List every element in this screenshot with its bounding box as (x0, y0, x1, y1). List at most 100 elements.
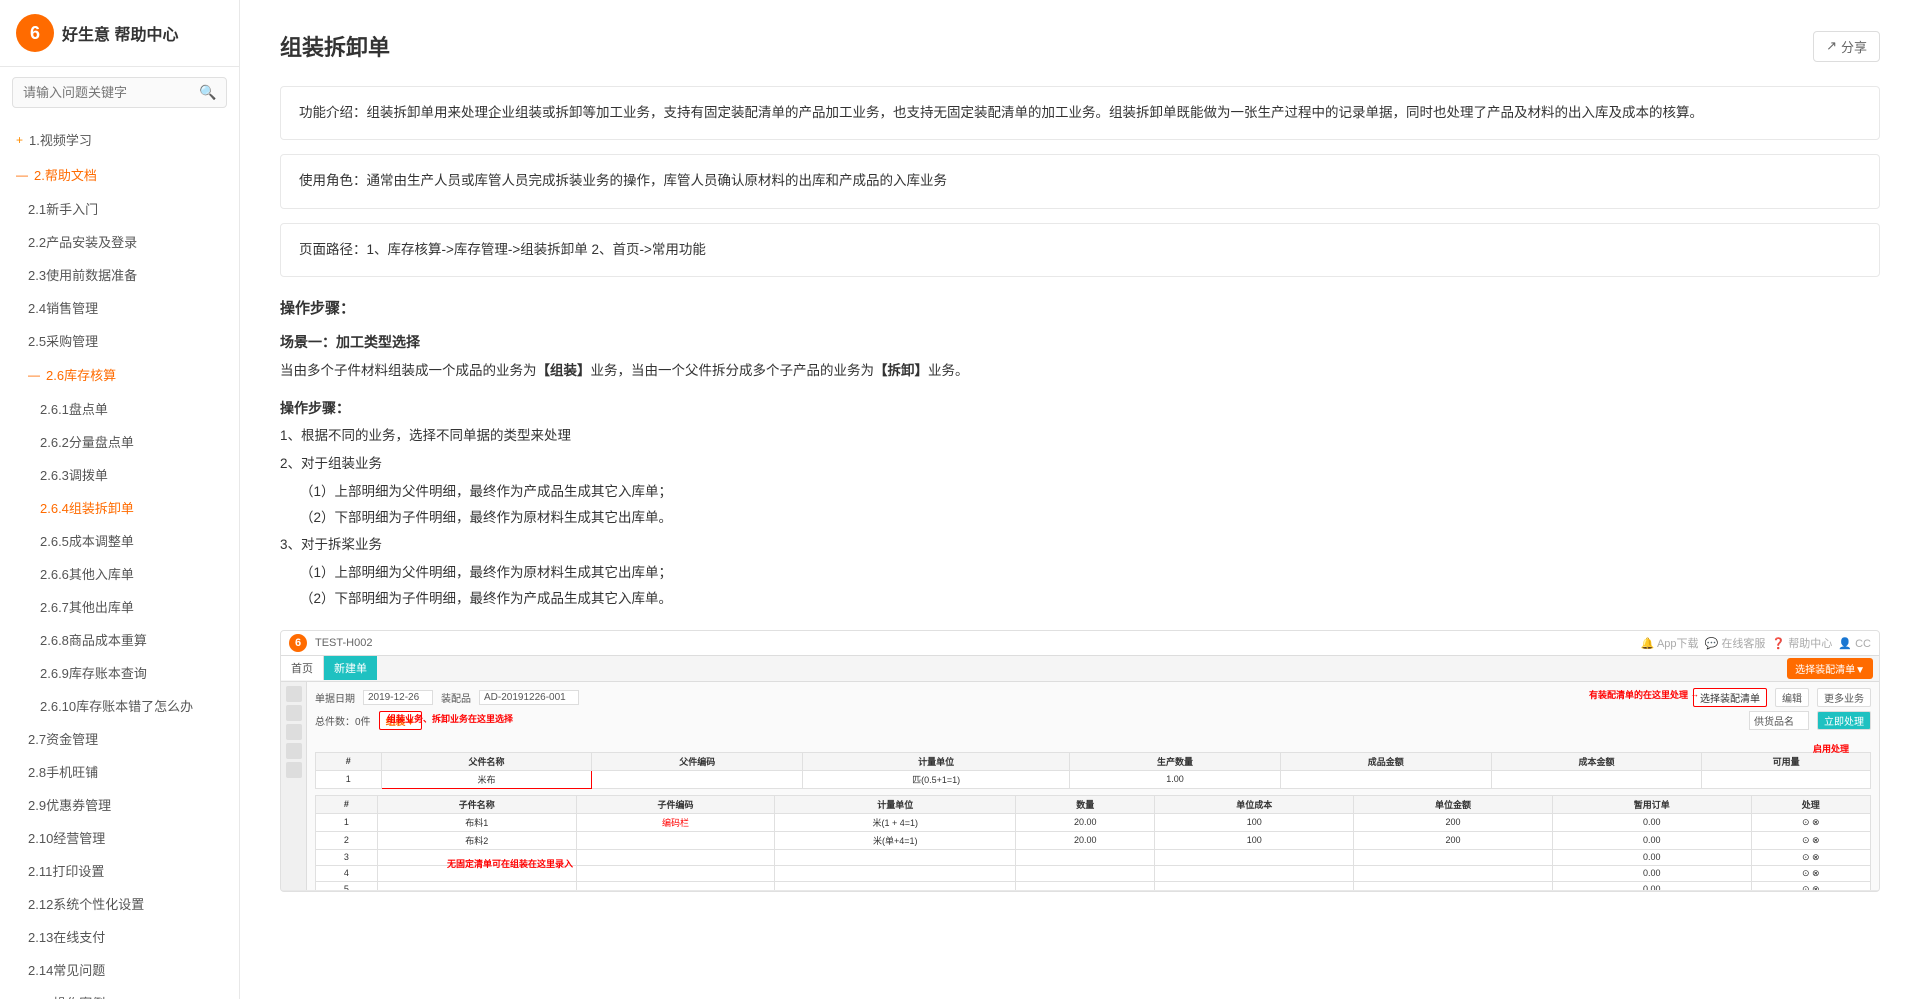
sim-total-label: 总件数：0件 (315, 713, 371, 728)
step3-sub1: （1）上部明细为父件明细，最终作为原材料生成其它出库单； (300, 561, 1880, 585)
sidebar-item-prepare[interactable]: 2.3使用前数据准备 (0, 258, 239, 291)
sim-row2-5-unit (775, 881, 1016, 890)
sim-row2-3-avail: 0.00 (1552, 849, 1751, 865)
sidebar-item-268[interactable]: 2.6.8商品成本重算 (0, 623, 239, 656)
sim-row2-2-unit: 米(单+4=1) (775, 831, 1016, 849)
sidebar-item-266[interactable]: 2.6.6其他入库单 (0, 557, 239, 590)
arrow-right-1: → (1690, 689, 1699, 699)
sidebar-item-video[interactable]: + 1.视频学习 (0, 122, 239, 157)
sidebar-item-29[interactable]: 2.9优惠券管理 (0, 788, 239, 821)
sim-strip-icon-2 (286, 705, 302, 721)
sim-strip-icon-3 (286, 724, 302, 740)
sim-search-field: 供货品名 (1749, 711, 1809, 730)
share-icon: ↗ (1826, 38, 1837, 54)
sim-row2-2-no: 2 (316, 831, 378, 849)
annotation-assembly-list: 有装配清单的在这里处理 → (1589, 688, 1699, 701)
sim-row2-5-op: ⊙ ⊗ (1751, 881, 1870, 890)
sidebar-item-purchase[interactable]: 2.5采购管理 (0, 324, 239, 357)
sim-row1-no: 1 (316, 770, 382, 788)
main-content: 组装拆卸单 ↗ 分享 功能介绍：组装拆卸单用来处理企业组装或拆卸等加工业务，支持… (240, 0, 1920, 999)
sidebar-label-2: 2.帮助文档 (34, 165, 97, 184)
sim-more-btn[interactable]: 更多业务 (1817, 688, 1871, 707)
search-input[interactable] (23, 85, 199, 100)
sim-row1-code (592, 770, 803, 788)
sim-date-value: 2019-12-26 (363, 690, 433, 705)
scenario1-title: 场景一：加工类型选择 (280, 332, 1880, 352)
ops-title: 操作步骤： (280, 297, 1880, 318)
scenario1-desc: 当由多个子件材料组装成一个成品的业务为【组装】业务，当由一个父件拆分成多个子产品… (280, 358, 1880, 384)
nav-section-1: + 1.视频学习 (0, 122, 239, 157)
sim-row2-3-op: ⊙ ⊗ (1751, 849, 1870, 865)
sim-tab-home[interactable]: 首页 (281, 656, 324, 680)
sim-row2-1-name: 布料1 (377, 813, 576, 831)
sim-col-no: # (316, 752, 382, 770)
sidebar-item-27[interactable]: 2.7资金管理 (0, 722, 239, 755)
sim-row2-4-code (576, 865, 775, 881)
sidebar: 6 好生意 帮助中心 🔍 + 1.视频学习 — 2.帮助文档 2.1新手入门 2… (0, 0, 240, 999)
sim-row2-2-qty: 20.00 (1016, 831, 1155, 849)
sim-col2-unit-cost: 单位成本 (1155, 795, 1354, 813)
sim-col2-no: # (316, 795, 378, 813)
sim-edit-btn[interactable]: 编辑 (1775, 688, 1809, 707)
sim-row1-cost1 (1280, 770, 1491, 788)
sidebar-label-1: 1.视频学习 (29, 130, 92, 149)
sidebar-header: 6 好生意 帮助中心 (0, 0, 239, 67)
share-button[interactable]: ↗ 分享 (1813, 31, 1880, 62)
sim-select-assembly-btn[interactable]: 选择装配清单 (1693, 688, 1767, 707)
sidebar-item-28[interactable]: 2.8手机旺铺 (0, 755, 239, 788)
sidebar-item-docs[interactable]: — 2.帮助文档 (0, 157, 239, 192)
sidebar-item-265[interactable]: 2.6.5成本调整单 (0, 524, 239, 557)
sim-col2-qty: 数量 (1016, 795, 1155, 813)
sidebar-item-212[interactable]: 2.12系统个性化设置 (0, 887, 239, 920)
sim-col2-unit: 计量单位 (775, 795, 1016, 813)
sim-row2-2-code (576, 831, 775, 849)
sidebar-item-install[interactable]: 2.2产品安装及登录 (0, 225, 239, 258)
sim-col2-amount: 单位金额 (1354, 795, 1553, 813)
sim-row2-4-op: ⊙ ⊗ (1751, 865, 1870, 881)
step-1: 1、根据不同的业务，选择不同单据的类型来处理 (280, 424, 1880, 448)
function-intro-text: 功能介绍：组装拆卸单用来处理企业组装或拆卸等加工业务，支持有固定装配清单的产品加… (299, 105, 1703, 120)
step2-sub2: （2）下部明细为子件明细，最终作为原材料生成其它出库单。 (300, 506, 1880, 530)
role-intro-block: 使用角色：通常由生产人员或库管人员完成拆装业务的操作，库管人员确认原材料的出库和… (280, 154, 1880, 208)
step-3: 3、对于拆桨业务 (280, 533, 1880, 557)
path-intro-text: 页面路径：1、库存核算->库存管理->组装拆卸单 2、首页->常用功能 (299, 242, 706, 257)
sim-row2-5-amount (1354, 881, 1553, 890)
sim-confirm-btn[interactable]: 立即处理 (1817, 711, 1871, 730)
sim-row2-4-no: 4 (316, 865, 378, 881)
sim-row1-qty: 匹(0.5+1=1) (803, 770, 1070, 788)
sidebar-item-2610[interactable]: 2.6.10库存账本错了怎么办 (0, 689, 239, 722)
sidebar-item-newbie[interactable]: 2.1新手入门 (0, 192, 239, 225)
step3-sub-list: （1）上部明细为父件明细，最终作为原材料生成其它出库单； （2）下部明细为子件明… (280, 561, 1880, 612)
sidebar-item-214[interactable]: 2.14常见问题 (0, 953, 239, 986)
sidebar-item-261[interactable]: 2.6.1盘点单 (0, 392, 239, 425)
sidebar-item-210[interactable]: 2.10经营管理 (0, 821, 239, 854)
sidebar-item-inventory[interactable]: — 2.6库存核算 (0, 357, 239, 392)
sidebar-item-sales[interactable]: 2.4销售管理 (0, 291, 239, 324)
sim-tab-new[interactable]: 新建单 (324, 656, 377, 680)
sidebar-item-215[interactable]: 2.15操作案例 (0, 986, 239, 999)
sidebar-item-267[interactable]: 2.6.7其他出库单 (0, 590, 239, 623)
sim-content: 单据日期 2019-12-26 装配品 AD-20191226-001 选择装配… (307, 682, 1879, 890)
sim-row2-2-ucost: 100 (1155, 831, 1354, 849)
sim-row2-4-ucost (1155, 865, 1354, 881)
share-label: 分享 (1841, 37, 1867, 56)
sim-row2-5-name (377, 881, 576, 890)
sim-logo: 6 (289, 634, 307, 652)
sidebar-item-262[interactable]: 2.6.2分量盘点单 (0, 425, 239, 458)
annotation-enable: 启用处理 (1813, 742, 1849, 755)
sidebar-item-263[interactable]: 2.6.3调拨单 (0, 458, 239, 491)
search-icon: 🔍 (199, 84, 216, 101)
sim-assembly-value: AD-20191226-001 (479, 690, 579, 705)
sim-btn-assembly-list[interactable]: 选择装配清单▼ (1787, 658, 1873, 679)
sidebar-item-269[interactable]: 2.6.9库存账本查询 (0, 656, 239, 689)
sidebar-item-211[interactable]: 2.11打印设置 (0, 854, 239, 887)
sim-label-date: 单据日期 (315, 690, 355, 705)
sim-row2-3-unit (775, 849, 1016, 865)
sidebar-item-264[interactable]: 2.6.4组装拆卸单 (0, 491, 239, 524)
sidebar-item-213[interactable]: 2.13在线支付 (0, 920, 239, 953)
step2-sub-list: （1）上部明细为父件明细，最终作为产成品生成其它入库单； （2）下部明细为子件明… (280, 480, 1880, 531)
sim-row1-avail (1702, 770, 1871, 788)
sim-row2-1-code: 编码栏 (576, 813, 775, 831)
search-box[interactable]: 🔍 (12, 77, 227, 108)
sim-row2-2-name: 布料2 (377, 831, 576, 849)
